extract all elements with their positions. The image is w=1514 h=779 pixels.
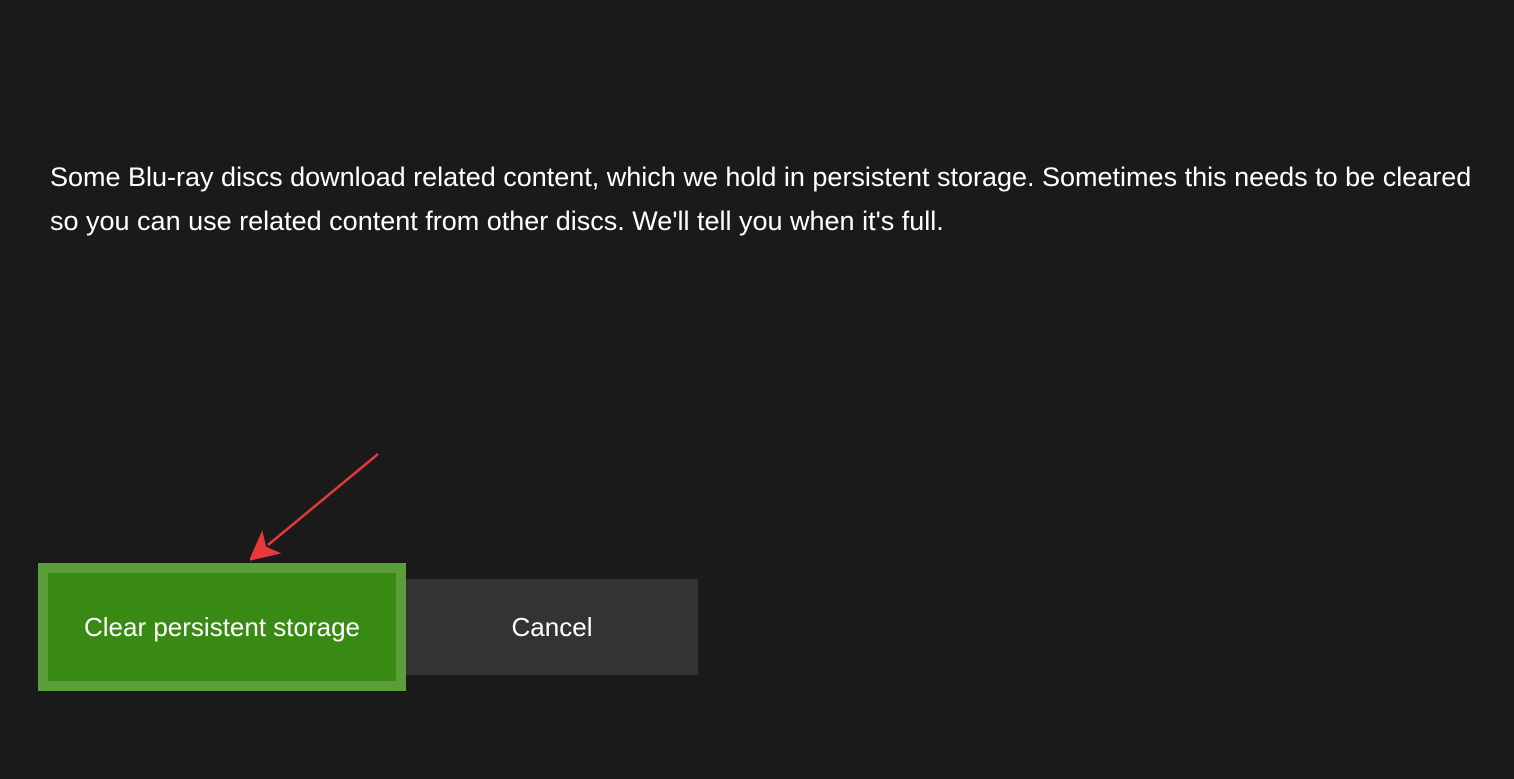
dialog-description: Some Blu-ray discs download related cont… (50, 156, 1500, 243)
cancel-button[interactable]: Cancel (406, 579, 698, 675)
clear-persistent-storage-button[interactable]: Clear persistent storage (38, 563, 406, 691)
annotation-arrow-icon (250, 450, 390, 570)
button-row: Clear persistent storage Cancel (38, 563, 698, 691)
